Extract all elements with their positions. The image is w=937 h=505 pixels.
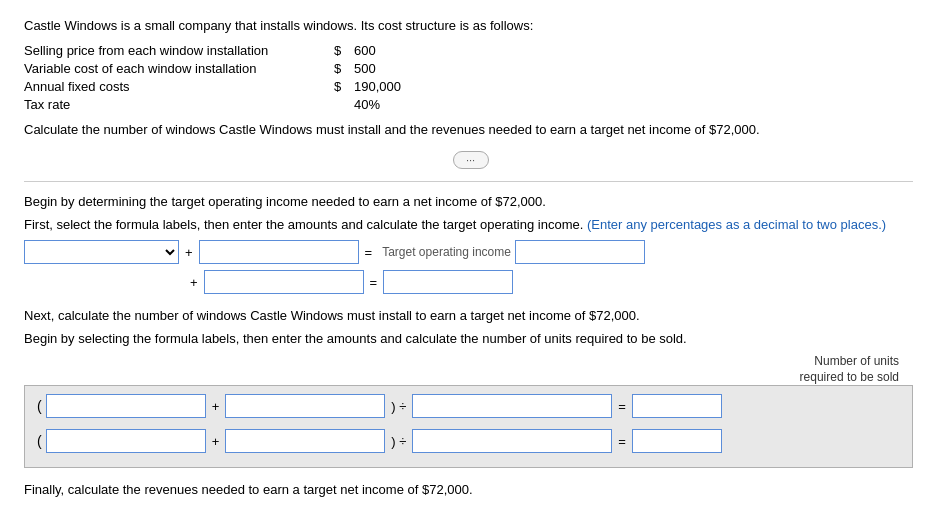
units-input-1c[interactable] bbox=[412, 394, 612, 418]
units-div-2: ) ÷ bbox=[389, 434, 408, 449]
intro-section: Castle Windows is a small company that i… bbox=[24, 18, 913, 137]
section3: Finally, calculate the revenues needed t… bbox=[24, 482, 913, 505]
section1-instruction: First, select the formula labels, then e… bbox=[24, 217, 913, 232]
plus-op-1: + bbox=[183, 245, 195, 260]
units-plus-1: + bbox=[210, 399, 222, 414]
cost-value-3: 190,000 bbox=[354, 79, 401, 94]
units-header: Number of units required to be sold bbox=[24, 354, 913, 385]
open-paren-2: ( bbox=[37, 429, 42, 453]
units-header-label: Number of units required to be sold bbox=[800, 354, 899, 385]
divider-1 bbox=[24, 181, 913, 182]
plus-op-2: + bbox=[188, 275, 200, 290]
cost-row-4: Tax rate 40% bbox=[24, 97, 913, 112]
formula-row-2: + = bbox=[24, 270, 913, 294]
units-formula-block: ( + ) ÷ = ( + ) ÷ = bbox=[24, 385, 913, 468]
cost-label-3: Annual fixed costs bbox=[24, 79, 334, 94]
units-formula-row-2: ( + ) ÷ = bbox=[37, 429, 900, 453]
formula-input-1b[interactable] bbox=[515, 240, 645, 264]
question-text: Calculate the number of windows Castle W… bbox=[24, 122, 913, 137]
units-input-2a[interactable] bbox=[46, 429, 206, 453]
section2-heading: Next, calculate the number of windows Ca… bbox=[24, 308, 913, 323]
expand-button[interactable]: ··· bbox=[453, 151, 489, 169]
units-input-2c[interactable] bbox=[412, 429, 612, 453]
cost-label-1: Selling price from each window installat… bbox=[24, 43, 334, 58]
formula-row-1: + = Target operating income bbox=[24, 240, 913, 264]
equals-op-2: = bbox=[368, 275, 380, 290]
cost-symbol-3: $ bbox=[334, 79, 354, 94]
units-result-2[interactable] bbox=[632, 429, 722, 453]
cost-value-1: 600 bbox=[354, 43, 376, 58]
open-paren-1: ( bbox=[37, 394, 42, 418]
section1: Begin by determining the target operatin… bbox=[24, 194, 913, 294]
cost-symbol-1: $ bbox=[334, 43, 354, 58]
cost-row-3: Annual fixed costs $ 190,000 bbox=[24, 79, 913, 94]
cost-value-2: 500 bbox=[354, 61, 376, 76]
expand-dots: ··· bbox=[466, 154, 475, 166]
formula-input-2a[interactable] bbox=[204, 270, 364, 294]
units-div-1: ) ÷ bbox=[389, 399, 408, 414]
equals-op-1: = bbox=[363, 245, 375, 260]
intro-description: Castle Windows is a small company that i… bbox=[24, 18, 913, 33]
section1-instruction-blue: (Enter any percentages as a decimal to t… bbox=[587, 217, 886, 232]
target-income-label: Target operating income bbox=[382, 245, 511, 259]
formula-input-1a[interactable] bbox=[199, 240, 359, 264]
cost-row-2: Variable cost of each window installatio… bbox=[24, 61, 913, 76]
units-result-1[interactable] bbox=[632, 394, 722, 418]
units-input-1b[interactable] bbox=[225, 394, 385, 418]
section2-instruction: Begin by selecting the formula labels, t… bbox=[24, 331, 913, 346]
units-input-1a[interactable] bbox=[46, 394, 206, 418]
cost-label-2: Variable cost of each window installatio… bbox=[24, 61, 334, 76]
formula-select-1[interactable] bbox=[24, 240, 179, 264]
units-input-2b[interactable] bbox=[225, 429, 385, 453]
units-plus-2: + bbox=[210, 434, 222, 449]
units-equals-2: = bbox=[616, 434, 628, 449]
cost-row-1: Selling price from each window installat… bbox=[24, 43, 913, 58]
section3-heading: Finally, calculate the revenues needed t… bbox=[24, 482, 913, 497]
cost-table: Selling price from each window installat… bbox=[24, 43, 913, 112]
units-equals-1: = bbox=[616, 399, 628, 414]
formula-input-2b[interactable] bbox=[383, 270, 513, 294]
cost-label-4: Tax rate bbox=[24, 97, 334, 112]
units-formula-row-1: ( + ) ÷ = bbox=[37, 394, 900, 418]
section2: Next, calculate the number of windows Ca… bbox=[24, 308, 913, 468]
cost-symbol-2: $ bbox=[334, 61, 354, 76]
cost-value-4: 40% bbox=[354, 97, 380, 112]
section1-heading: Begin by determining the target operatin… bbox=[24, 194, 913, 209]
